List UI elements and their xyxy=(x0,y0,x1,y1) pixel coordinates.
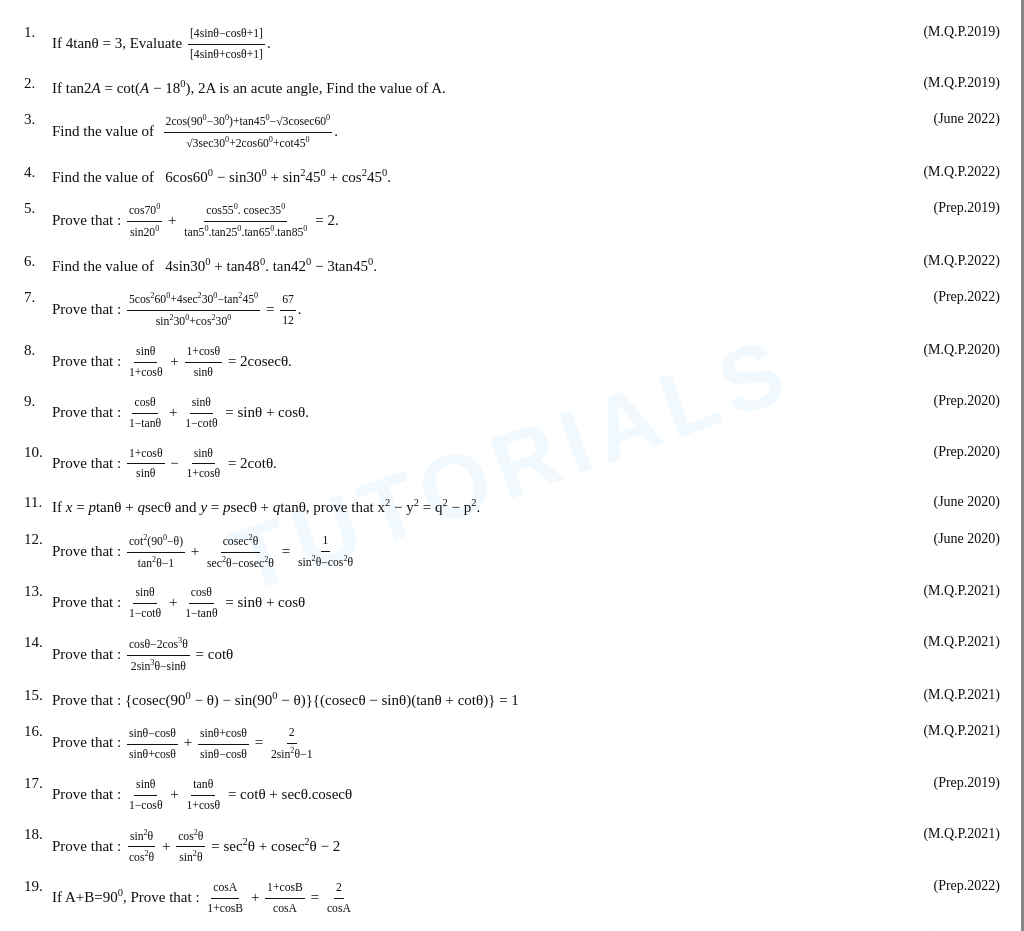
question-reference: (Prep.2020) xyxy=(880,393,1000,409)
question-item: 15.Prove that : {cosec(900 − θ) − sin(90… xyxy=(24,681,1000,718)
question-number: 9. xyxy=(24,393,52,410)
question-content: If A+B=900, Prove that : cosA1+cosB + 1+… xyxy=(52,878,880,919)
question-number: 17. xyxy=(24,775,52,792)
question-item: 7.Prove that : 5cos2600+4sec2300−tan2450… xyxy=(24,283,1000,336)
question-left: 7.Prove that : 5cos2600+4sec2300−tan2450… xyxy=(24,289,880,332)
question-item: 10.Prove that : 1+cosθsinθ − sinθ1+cosθ … xyxy=(24,438,1000,489)
question-number: 6. xyxy=(24,253,52,270)
question-left: 15.Prove that : {cosec(900 − θ) − sin(90… xyxy=(24,687,880,714)
question-number: 16. xyxy=(24,723,52,740)
question-content: Prove that : 5cos2600+4sec2300−tan2450si… xyxy=(52,289,880,332)
question-left: 13.Prove that : sinθ1−cotθ + cosθ1−tanθ … xyxy=(24,583,880,624)
question-reference: (M.Q.P.2020) xyxy=(880,342,1000,358)
question-left: 1.If 4tanθ = 3, Evaluate [4sinθ−cosθ+1][… xyxy=(24,24,880,65)
question-number: 7. xyxy=(24,289,52,306)
question-left: 5.Prove that : cos700sin200 + cos550. co… xyxy=(24,200,880,243)
question-number: 18. xyxy=(24,826,52,843)
question-left: 18.Prove that : sin2θcos2θ + cos2θsin2θ … xyxy=(24,826,880,869)
question-number: 19. xyxy=(24,878,52,895)
question-content: Prove that : cot2(900−θ)tan2θ−1 + cosec2… xyxy=(52,531,880,574)
question-left: 3.Find the value of 2cos(900−300)+tan450… xyxy=(24,111,880,154)
question-content: Prove that : sinθ1−cotθ + cosθ1−tanθ = s… xyxy=(52,583,880,624)
question-reference: (M.Q.P.2022) xyxy=(880,164,1000,180)
question-item: 13.Prove that : sinθ1−cotθ + cosθ1−tanθ … xyxy=(24,577,1000,628)
question-item: 11.If x = ptanθ + qsecθ and y = psecθ + … xyxy=(24,488,1000,525)
question-content: Prove that : sinθ1+cosθ + 1+cosθsinθ = 2… xyxy=(52,342,880,383)
question-left: 8.Prove that : sinθ1+cosθ + 1+cosθsinθ =… xyxy=(24,342,880,383)
question-left: 19.If A+B=900, Prove that : cosA1+cosB +… xyxy=(24,878,880,919)
question-reference: (M.Q.P.2021) xyxy=(880,583,1000,599)
question-item: 9.Prove that : cosθ1−tanθ + sinθ1−cotθ =… xyxy=(24,387,1000,438)
question-reference: (Prep.2019) xyxy=(880,200,1000,216)
question-number: 5. xyxy=(24,200,52,217)
question-item: 1.If 4tanθ = 3, Evaluate [4sinθ−cosθ+1][… xyxy=(24,18,1000,69)
question-number: 12. xyxy=(24,531,52,548)
question-content: Prove that : sin2θcos2θ + cos2θsin2θ = s… xyxy=(52,826,880,869)
question-content: Prove that : 1+cosθsinθ − sinθ1+cosθ = 2… xyxy=(52,444,880,485)
question-item: 8.Prove that : sinθ1+cosθ + 1+cosθsinθ =… xyxy=(24,336,1000,387)
question-number: 4. xyxy=(24,164,52,181)
question-content: Prove that : cos700sin200 + cos550. cose… xyxy=(52,200,880,243)
question-item: 2.If tan2A = cot(A − 180), 2A is an acut… xyxy=(24,69,1000,106)
question-number: 10. xyxy=(24,444,52,461)
question-item: 19.If A+B=900, Prove that : cosA1+cosB +… xyxy=(24,872,1000,923)
question-content: Prove that : sinθ−cosθsinθ+cosθ + sinθ+c… xyxy=(52,723,880,765)
question-reference: (June 2022) xyxy=(880,111,1000,127)
question-content: Find the value of 6cos600 − sin300 + sin… xyxy=(52,164,880,191)
question-item: 6.Find the value of 4sin300 + tan480. ta… xyxy=(24,247,1000,284)
question-item: 12.Prove that : cot2(900−θ)tan2θ−1 + cos… xyxy=(24,525,1000,578)
question-item: 17.Prove that : sinθ1−cosθ + tanθ1+cosθ … xyxy=(24,769,1000,820)
question-reference: (M.Q.P.2021) xyxy=(880,634,1000,650)
question-left: 16.Prove that : sinθ−cosθsinθ+cosθ + sin… xyxy=(24,723,880,765)
question-item: 14.Prove that : cosθ−2cos3θ2sin3θ−sinθ =… xyxy=(24,628,1000,681)
question-number: 2. xyxy=(24,75,52,92)
question-left: 11.If x = ptanθ + qsecθ and y = psecθ + … xyxy=(24,494,880,521)
question-left: 2.If tan2A = cot(A − 180), 2A is an acut… xyxy=(24,75,880,102)
question-number: 1. xyxy=(24,24,52,41)
question-reference: (M.Q.P.2021) xyxy=(880,687,1000,703)
question-content: If 4tanθ = 3, Evaluate [4sinθ−cosθ+1][4s… xyxy=(52,24,880,65)
question-item: 20.Prove that : (sinA + cosecA)2 + (cosA… xyxy=(24,923,1000,931)
question-content: Prove that : {cosec(900 − θ) − sin(900 −… xyxy=(52,687,880,714)
question-reference: (June 2020) xyxy=(880,494,1000,510)
question-content: Find the value of 4sin300 + tan480. tan4… xyxy=(52,253,880,280)
question-content: Find the value of 2cos(900−300)+tan450−√… xyxy=(52,111,880,154)
question-reference: (M.Q.P.2021) xyxy=(880,826,1000,842)
question-reference: (Prep.2020) xyxy=(880,444,1000,460)
question-reference: (M.Q.P.2021) xyxy=(880,723,1000,739)
question-content: Prove that : sinθ1−cosθ + tanθ1+cosθ = c… xyxy=(52,775,880,816)
question-list: 1.If 4tanθ = 3, Evaluate [4sinθ−cosθ+1][… xyxy=(24,18,1000,931)
question-left: 12.Prove that : cot2(900−θ)tan2θ−1 + cos… xyxy=(24,531,880,574)
question-left: 14.Prove that : cosθ−2cos3θ2sin3θ−sinθ =… xyxy=(24,634,880,677)
question-number: 15. xyxy=(24,687,52,704)
question-number: 13. xyxy=(24,583,52,600)
question-item: 16.Prove that : sinθ−cosθsinθ+cosθ + sin… xyxy=(24,717,1000,769)
question-left: 10.Prove that : 1+cosθsinθ − sinθ1+cosθ … xyxy=(24,444,880,485)
question-left: 17.Prove that : sinθ1−cosθ + tanθ1+cosθ … xyxy=(24,775,880,816)
question-left: 9.Prove that : cosθ1−tanθ + sinθ1−cotθ =… xyxy=(24,393,880,434)
question-number: 11. xyxy=(24,494,52,511)
question-content: Prove that : cosθ−2cos3θ2sin3θ−sinθ = co… xyxy=(52,634,880,677)
question-item: 5.Prove that : cos700sin200 + cos550. co… xyxy=(24,194,1000,247)
question-left: 6.Find the value of 4sin300 + tan480. ta… xyxy=(24,253,880,280)
question-reference: (M.Q.P.2019) xyxy=(880,75,1000,91)
question-number: 3. xyxy=(24,111,52,128)
question-left: 4.Find the value of 6cos600 − sin300 + s… xyxy=(24,164,880,191)
question-reference: (June 2020) xyxy=(880,531,1000,547)
question-content: If tan2A = cot(A − 180), 2A is an acute … xyxy=(52,75,880,102)
question-item: 4.Find the value of 6cos600 − sin300 + s… xyxy=(24,158,1000,195)
question-reference: (Prep.2022) xyxy=(880,878,1000,894)
question-item: 3.Find the value of 2cos(900−300)+tan450… xyxy=(24,105,1000,158)
question-reference: (M.Q.P.2022) xyxy=(880,253,1000,269)
question-content: Prove that : cosθ1−tanθ + sinθ1−cotθ = s… xyxy=(52,393,880,434)
question-number: 14. xyxy=(24,634,52,651)
question-reference: (M.Q.P.2019) xyxy=(880,24,1000,40)
question-item: 18.Prove that : sin2θcos2θ + cos2θsin2θ … xyxy=(24,820,1000,873)
question-reference: (Prep.2019) xyxy=(880,775,1000,791)
question-reference: (Prep.2022) xyxy=(880,289,1000,305)
question-content: If x = ptanθ + qsecθ and y = psecθ + qta… xyxy=(52,494,880,521)
question-number: 8. xyxy=(24,342,52,359)
